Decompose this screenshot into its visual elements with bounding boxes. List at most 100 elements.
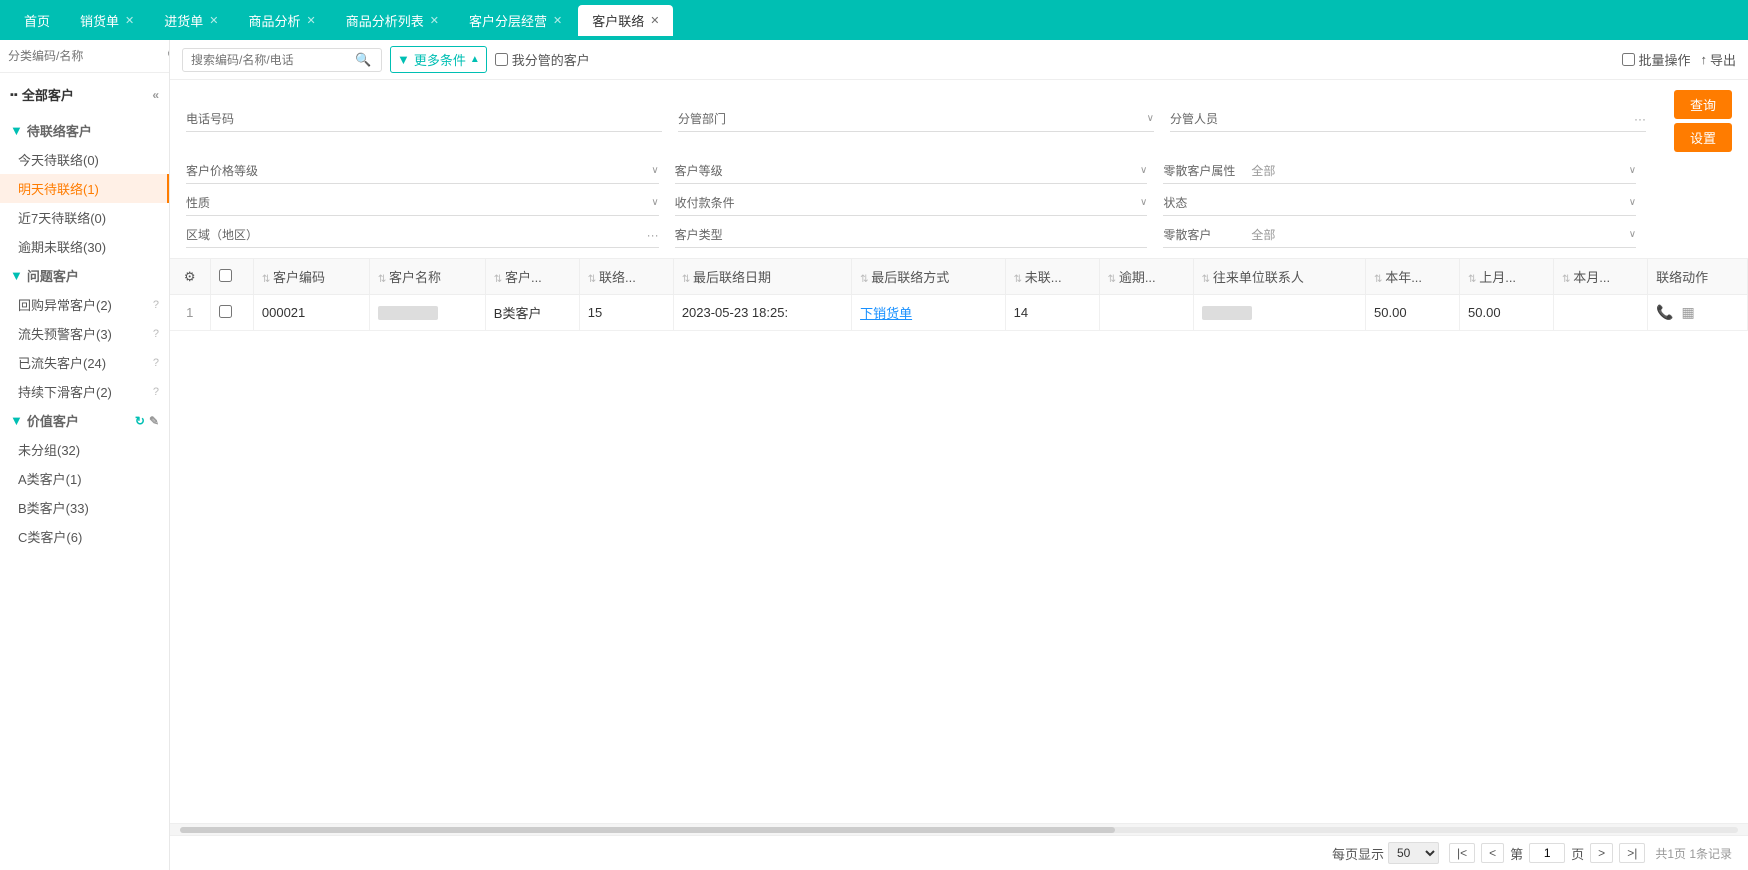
sidebar-item-7days[interactable]: 近7天待联络(0) (0, 203, 169, 232)
query-button[interactable]: 查询 (1674, 90, 1732, 119)
sidebar-item-ungroup[interactable]: 未分组(32) (0, 435, 169, 464)
nav-item-analysis-list[interactable]: 商品分析列表 ✕ (332, 5, 453, 36)
arrow-icon: ▼ (10, 123, 23, 138)
filter-value-retail-attr[interactable]: 全部 (1251, 162, 1616, 179)
horizontal-scrollbar[interactable] (170, 823, 1748, 835)
sidebar-item-tomorrow[interactable]: 明天待联络(1) (0, 174, 169, 203)
edit-icon[interactable]: ✎ (149, 414, 159, 428)
nav-item-home[interactable]: 首页 (10, 5, 64, 36)
filter-row-1: 电话号码 分管部门 ∨ 分管人员 ··· 查询 设置 (186, 90, 1732, 152)
th-code[interactable]: 客户编码 (253, 259, 369, 295)
sidebar-item-churn-warning[interactable]: 流失预警客户(3) ? (0, 319, 169, 348)
filter-label-region: 区域（地区） (186, 226, 266, 243)
nav-item-purchase[interactable]: 进货单 ✕ (150, 5, 232, 36)
nav-item-sales[interactable]: 销货单 ✕ (66, 5, 148, 36)
close-icon[interactable]: ✕ (553, 14, 562, 27)
my-customers-checkbox[interactable] (495, 53, 508, 66)
sidebar-item-b-class[interactable]: B类客户(33) (0, 493, 169, 522)
th-last-contact-date[interactable]: 最后联络日期 (673, 259, 851, 295)
search-input[interactable] (191, 53, 351, 67)
th-this-year[interactable]: 本年... (1366, 259, 1460, 295)
th-overdue[interactable]: 逾期... (1099, 259, 1193, 295)
help-icon[interactable]: ? (153, 386, 159, 398)
scrollbar-track[interactable] (180, 827, 1738, 833)
sidebar-item-declining[interactable]: 持续下滑客户(2) ? (0, 377, 169, 406)
dots-icon[interactable]: ··· (647, 228, 659, 242)
nav-item-customer-contact[interactable]: 客户联络 ✕ (578, 5, 673, 36)
prev-page-button[interactable]: < (1481, 843, 1504, 863)
filter-actions: 查询 设置 (1674, 90, 1732, 152)
page-size-select: 每页显示 50 10 20 100 (1332, 842, 1439, 864)
th-this-month[interactable]: 本月... (1554, 259, 1648, 295)
help-icon[interactable]: ? (153, 299, 159, 311)
export-button[interactable]: ↑ 导出 (1700, 50, 1736, 69)
sidebar-item-c-class[interactable]: C类客户(6) (0, 522, 169, 551)
chevron-down-icon[interactable]: ∨ (1147, 113, 1154, 124)
sidebar-item-today[interactable]: 今天待联络(0) (0, 145, 169, 174)
close-icon[interactable]: ✕ (209, 14, 218, 27)
help-icon[interactable]: ? (153, 328, 159, 340)
close-icon[interactable]: ✕ (125, 14, 134, 27)
sidebar-item-churned[interactable]: 已流失客户(24) ? (0, 348, 169, 377)
chevron-down-icon[interactable]: ∨ (1140, 165, 1147, 176)
filter-value-retail-customer[interactable]: 全部 (1251, 226, 1616, 243)
refresh-icon[interactable]: ↻ (135, 414, 145, 428)
chevron-down-icon[interactable]: ∨ (1629, 197, 1636, 208)
select-all-checkbox[interactable] (219, 269, 232, 282)
sidebar-item-repurchase-abnormal[interactable]: 回购异常客户(2) ? (0, 290, 169, 319)
sidebar-group-problem[interactable]: ▼ 问题客户 (0, 261, 169, 290)
chevron-down-icon[interactable]: ∨ (1629, 229, 1636, 240)
th-last-month[interactable]: 上月... (1460, 259, 1554, 295)
batch-op-button[interactable]: 批量操作 (1622, 50, 1690, 69)
grid-icon[interactable]: ▦ (1682, 304, 1695, 321)
nav-item-analysis[interactable]: 商品分析 ✕ (234, 5, 329, 36)
next-page-button[interactable]: > (1590, 843, 1613, 863)
close-icon[interactable]: ✕ (650, 14, 659, 27)
collapse-icon[interactable]: « (152, 88, 159, 102)
search-icon[interactable]: 🔍 (355, 52, 371, 68)
sidebar-group-pending[interactable]: ▼ 待联络客户 (0, 116, 169, 145)
th-contacts[interactable]: 往来单位联系人 (1193, 259, 1365, 295)
sidebar-all-customers[interactable]: ▪▪ 全部客户 « (0, 79, 169, 110)
close-icon[interactable]: ✕ (430, 14, 439, 27)
th-customer-type[interactable]: 客户... (485, 259, 579, 295)
td-last-contact-way[interactable]: 下销货单 (852, 295, 1006, 331)
chevron-down-icon[interactable]: ∨ (1140, 197, 1147, 208)
page-input[interactable] (1529, 843, 1565, 863)
last-page-button[interactable]: >| (1619, 843, 1645, 863)
close-icon[interactable]: ✕ (307, 14, 316, 27)
batch-op-checkbox[interactable] (1622, 53, 1635, 66)
filter-label-customer-level: 客户等级 (675, 162, 755, 179)
td-name[interactable] (369, 295, 485, 331)
th-gear[interactable]: ⚙ (170, 259, 210, 295)
th-last-contact-way[interactable]: 最后联络方式 (852, 259, 1006, 295)
sidebar-group-value[interactable]: ▼ 价值客户 ↻ ✎ (0, 406, 169, 435)
first-page-button[interactable]: |< (1449, 843, 1475, 863)
filter-panel: 电话号码 分管部门 ∨ 分管人员 ··· 查询 设置 (170, 80, 1748, 259)
sidebar-item-overdue[interactable]: 逾期未联络(30) (0, 232, 169, 261)
phone-icon[interactable]: 📞 (1656, 304, 1673, 321)
page-label: 第 (1510, 844, 1523, 863)
nav-item-customer-ops[interactable]: 客户分层经营 ✕ (455, 5, 576, 36)
chevron-down-icon[interactable]: ∨ (1629, 165, 1636, 176)
row-checkbox[interactable] (219, 305, 232, 318)
td-contact-count: 15 (579, 295, 673, 331)
set-button[interactable]: 设置 (1674, 123, 1732, 152)
sidebar-search-bar: 🔍 (0, 40, 169, 73)
chevron-down-icon[interactable]: ∨ (651, 197, 658, 208)
help-icon[interactable]: ? (153, 357, 159, 369)
dots-icon[interactable]: ··· (1634, 112, 1646, 126)
sidebar-search-input[interactable] (8, 49, 163, 63)
th-uncontacted[interactable]: 未联... (1005, 259, 1099, 295)
total-records: 共1页 1条记录 (1655, 845, 1732, 862)
per-page-dropdown[interactable]: 50 10 20 100 (1388, 842, 1439, 864)
sidebar-item-a-class[interactable]: A类客户(1) (0, 464, 169, 493)
th-name[interactable]: 客户名称 (369, 259, 485, 295)
gear-icon[interactable]: ⚙ (184, 269, 196, 284)
filter-button[interactable]: ▼ 更多条件 ▲ (390, 46, 487, 73)
action-buttons: 📞 ▦ (1656, 304, 1739, 321)
chevron-down-icon[interactable]: ∨ (651, 165, 658, 176)
scrollbar-thumb[interactable] (180, 827, 1115, 833)
th-contact-count[interactable]: 联络... (579, 259, 673, 295)
contact-way-link[interactable]: 下销货单 (860, 306, 912, 321)
